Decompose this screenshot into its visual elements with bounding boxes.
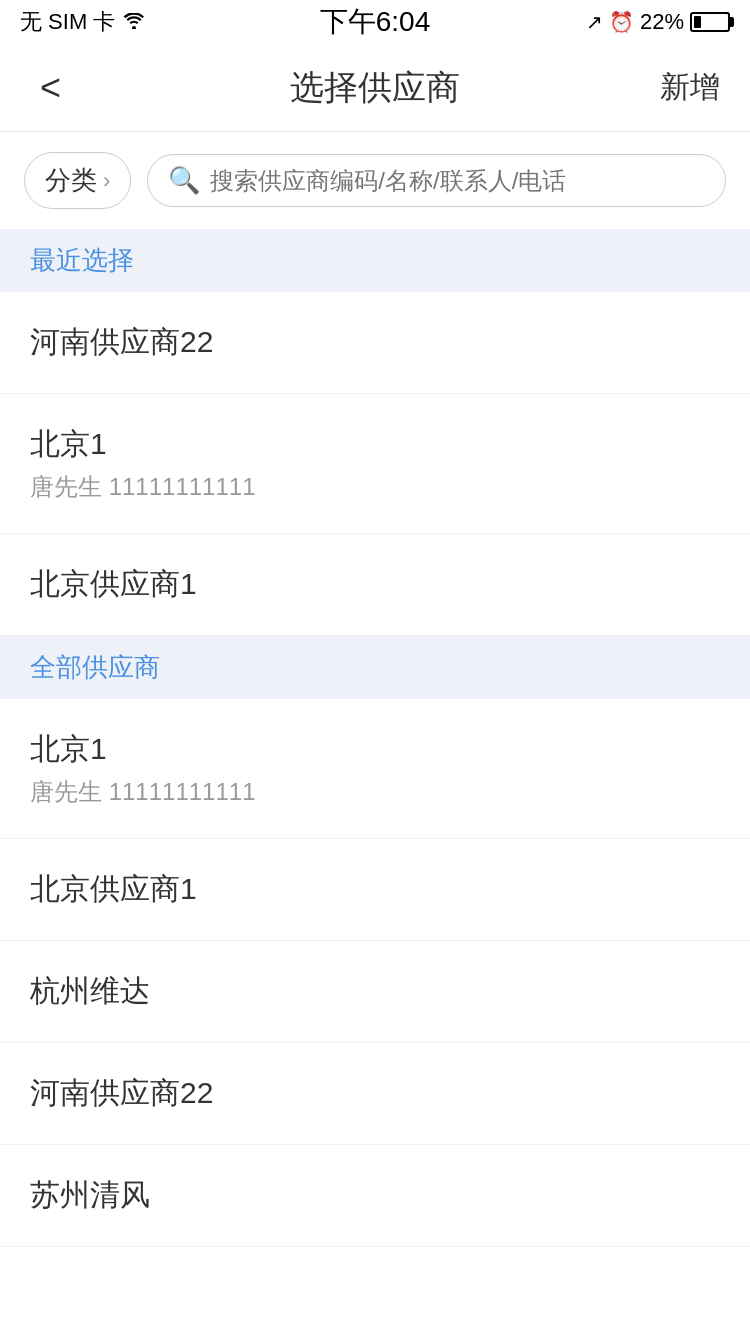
- back-button[interactable]: <: [30, 57, 71, 119]
- status-left: 无 SIM 卡: [20, 7, 145, 37]
- search-area: 分类 › 🔍: [0, 132, 750, 229]
- section-header-text-all: 全部供应商: [30, 652, 160, 682]
- list-item[interactable]: 苏州清风: [0, 1145, 750, 1247]
- nav-bar: < 选择供应商 新增: [0, 44, 750, 132]
- search-box[interactable]: 🔍: [147, 154, 726, 207]
- list-item-name: 北京供应商1: [30, 564, 720, 605]
- search-icon: 🔍: [168, 165, 200, 196]
- wifi-icon: [123, 9, 145, 35]
- category-button[interactable]: 分类 ›: [24, 152, 131, 209]
- list-item[interactable]: 北京1 唐先生 11111111111: [0, 699, 750, 839]
- list-item[interactable]: 北京1 唐先生 11111111111: [0, 394, 750, 534]
- section-header-text-recent: 最近选择: [30, 245, 134, 275]
- list-item[interactable]: 杭州维达: [0, 941, 750, 1043]
- carrier-label: 无 SIM 卡: [20, 7, 115, 37]
- list-item[interactable]: 河南供应商22: [0, 292, 750, 394]
- category-label: 分类: [45, 163, 97, 198]
- status-bar: 无 SIM 卡 下午6:04 ↗ ⏰ 22%: [0, 0, 750, 44]
- list-item-name: 北京1: [30, 729, 720, 770]
- list-item-name: 北京供应商1: [30, 869, 720, 910]
- status-time: 下午6:04: [320, 3, 431, 41]
- list-item-name: 杭州维达: [30, 971, 720, 1012]
- list-item-name: 苏州清风: [30, 1175, 720, 1216]
- page-title: 选择供应商: [290, 65, 460, 111]
- battery-icon: [690, 12, 730, 32]
- add-button[interactable]: 新增: [660, 67, 720, 108]
- list-item-name: 河南供应商22: [30, 1073, 720, 1114]
- list-item-sub: 唐先生 11111111111: [30, 471, 720, 503]
- list-item-sub: 唐先生 11111111111: [30, 776, 720, 808]
- search-input[interactable]: [210, 167, 705, 195]
- list-item[interactable]: 北京供应商1: [0, 534, 750, 636]
- section-header-all: 全部供应商: [0, 636, 750, 699]
- list-item[interactable]: 北京供应商1: [0, 839, 750, 941]
- battery-label: 22%: [640, 9, 684, 35]
- list-item-name: 河南供应商22: [30, 322, 720, 363]
- location-icon: ↗: [586, 10, 603, 34]
- list-item[interactable]: 河南供应商22: [0, 1043, 750, 1145]
- section-header-recent: 最近选择: [0, 229, 750, 292]
- chevron-right-icon: ›: [103, 168, 110, 194]
- list-item-name: 北京1: [30, 424, 720, 465]
- sections-container: 最近选择河南供应商22 北京1 唐先生 11111111111 北京供应商1 全部供应商…: [0, 229, 750, 1247]
- status-right: ↗ ⏰ 22%: [586, 9, 730, 35]
- alarm-icon: ⏰: [609, 10, 634, 34]
